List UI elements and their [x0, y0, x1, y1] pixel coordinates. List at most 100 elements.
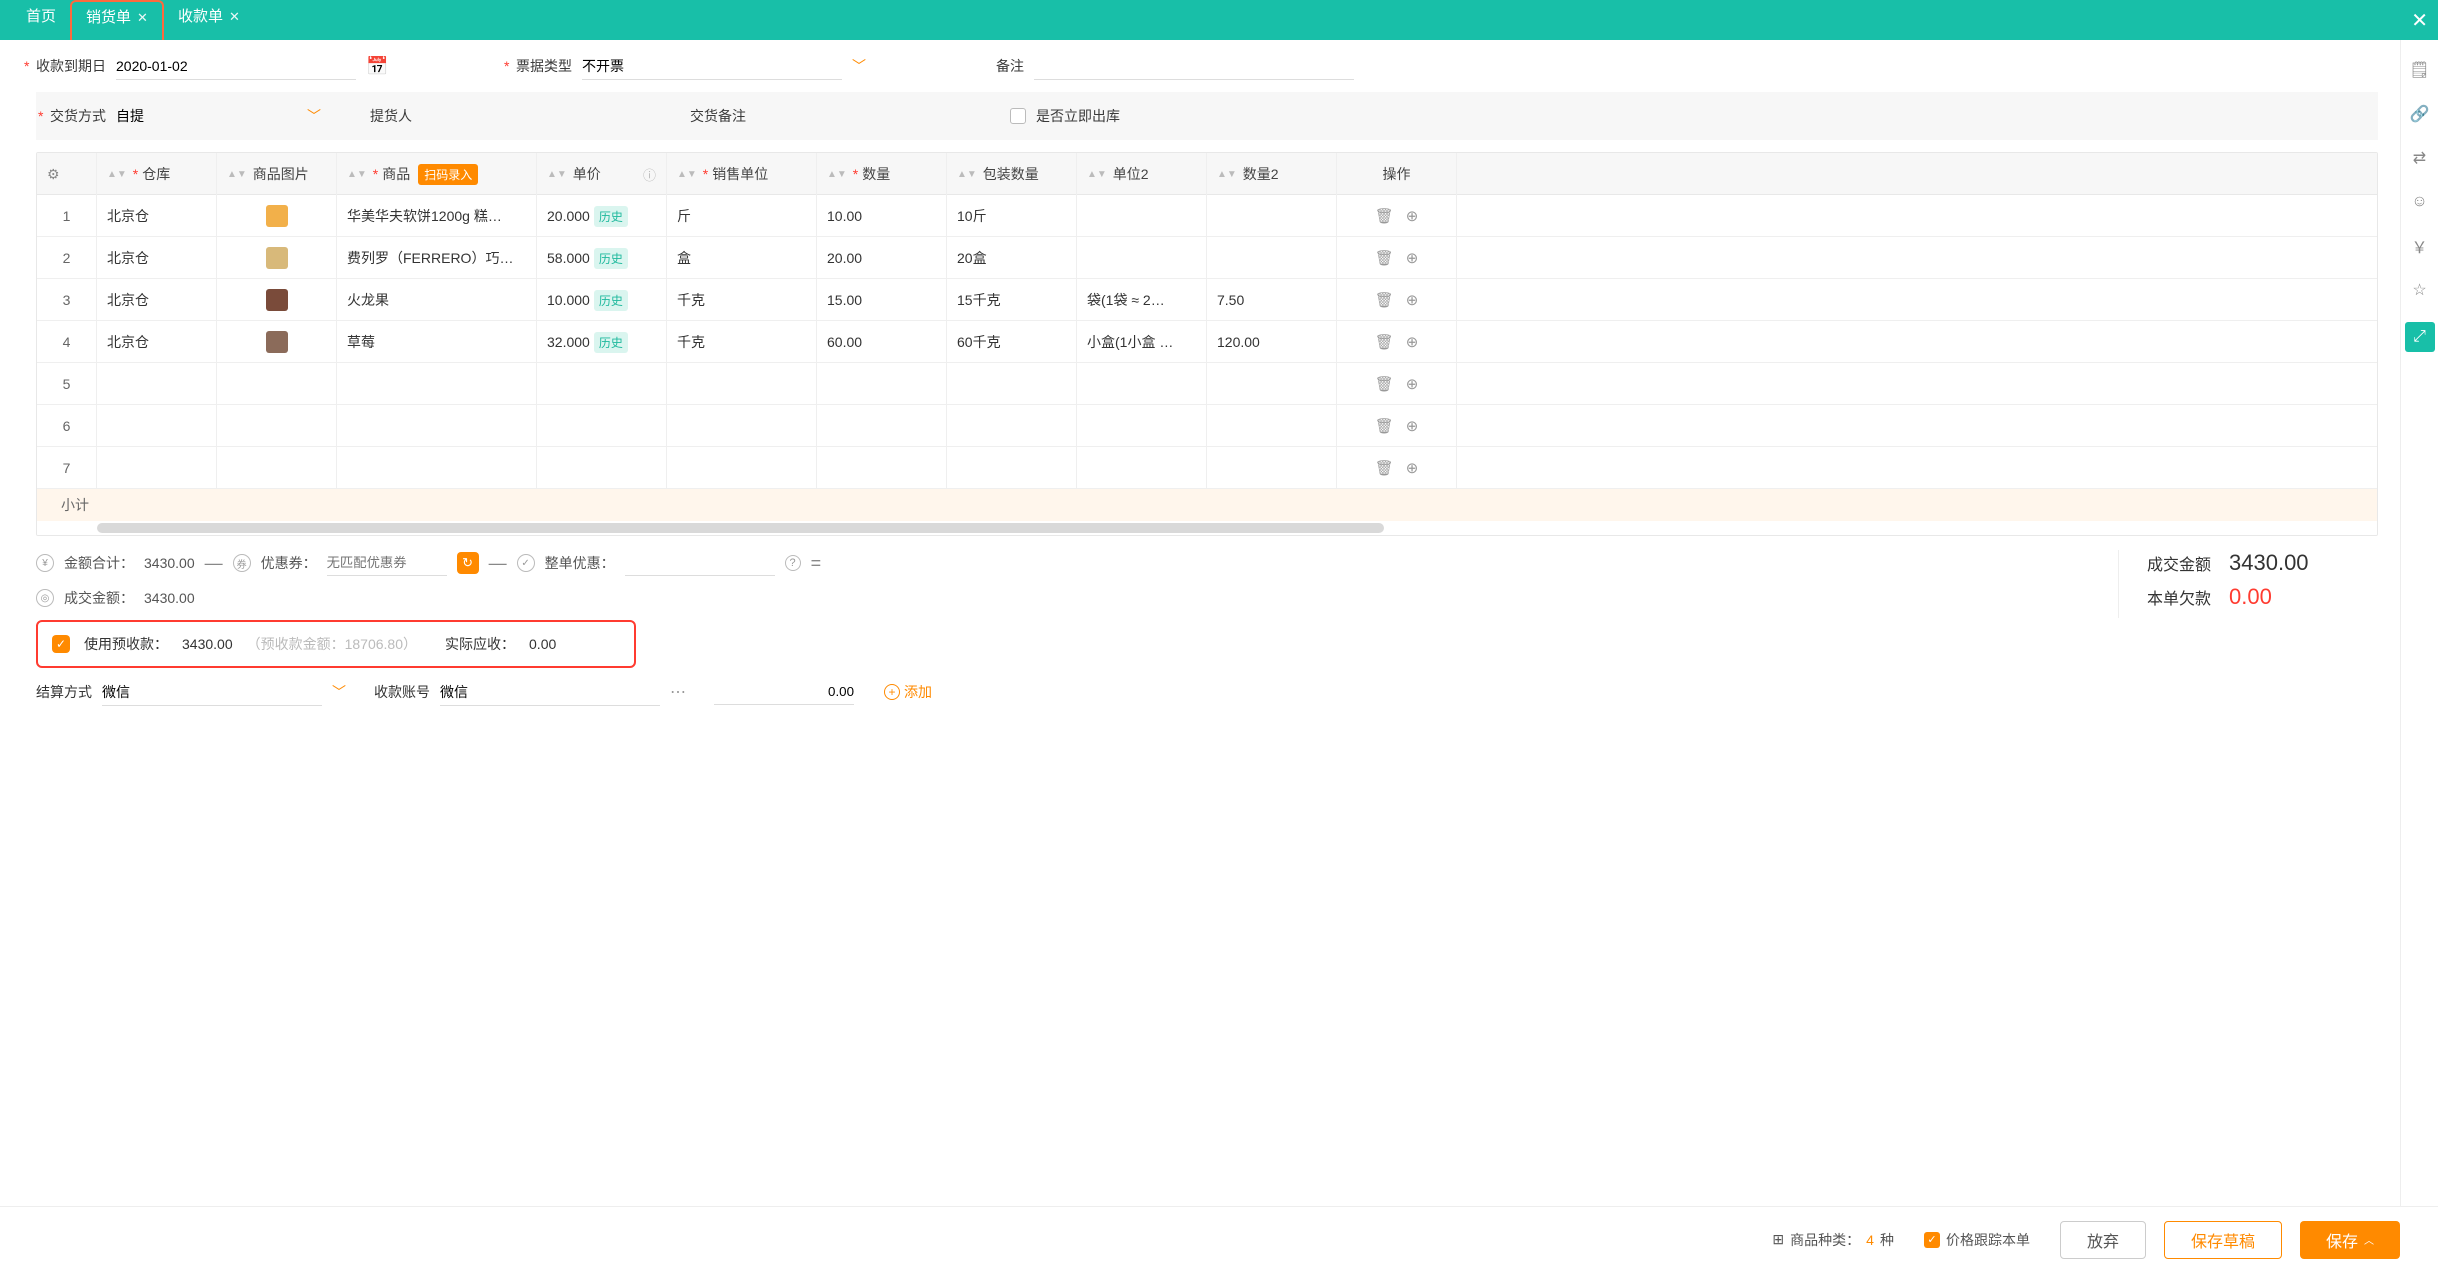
rail-swap-icon[interactable]: ⇄ [2408, 146, 2432, 170]
cell-qty2[interactable] [1207, 447, 1337, 489]
rail-link-icon[interactable]: 🔗 [2408, 102, 2432, 126]
cell-qty[interactable] [817, 447, 947, 489]
close-icon[interactable]: ✕ [137, 2, 148, 34]
close-panel-icon[interactable]: ✕ [2411, 8, 2428, 33]
add-row-icon[interactable]: ⊕ [1406, 417, 1419, 435]
history-badge[interactable]: 历史 [594, 248, 628, 269]
cell-pack[interactable]: 60千克 [947, 321, 1077, 363]
cell-pack[interactable]: 20盒 [947, 237, 1077, 279]
table-row[interactable]: 3北京仓火龙果10.000历史千克15.0015千克袋(1袋 ≈ 2…7.50🗑… [37, 279, 2377, 321]
cell-unit[interactable]: 千克 [667, 279, 817, 321]
delete-icon[interactable]: 🗑 [1375, 417, 1394, 435]
picker-input[interactable] [422, 102, 642, 130]
cell-unit2[interactable]: 袋(1袋 ≈ 2… [1077, 279, 1207, 321]
cell-product[interactable] [337, 447, 537, 489]
info-icon[interactable]: ? [785, 555, 801, 571]
cell-unit[interactable] [667, 447, 817, 489]
table-row[interactable]: 5🗑⊕ [37, 363, 2377, 405]
col-product[interactable]: ▲▼*商品扫码录入 [337, 153, 537, 195]
cell-warehouse[interactable]: 北京仓 [97, 321, 217, 363]
cell-qty2[interactable] [1207, 195, 1337, 237]
cell-price[interactable]: 58.000历史 [537, 237, 667, 279]
cell-pack[interactable]: 15千克 [947, 279, 1077, 321]
save-button[interactable]: 保存︿ [2300, 1221, 2400, 1259]
add-row-icon[interactable]: ⊕ [1406, 375, 1419, 393]
add-row-icon[interactable]: ⊕ [1406, 333, 1419, 351]
cell-image[interactable] [217, 447, 337, 489]
cell-product[interactable]: 草莓 [337, 321, 537, 363]
col-qty[interactable]: ▲▼*数量 [817, 153, 947, 195]
delivery-method-select[interactable] [116, 102, 297, 130]
delete-icon[interactable]: 🗑 [1375, 375, 1394, 393]
cell-product[interactable] [337, 363, 537, 405]
cell-warehouse[interactable] [97, 447, 217, 489]
cell-qty[interactable]: 15.00 [817, 279, 947, 321]
add-row-icon[interactable]: ⊕ [1406, 207, 1419, 225]
horizontal-scrollbar[interactable] [37, 521, 2377, 535]
col-gear[interactable]: ⚙ [37, 153, 97, 195]
cell-qty2[interactable]: 7.50 [1207, 279, 1337, 321]
table-row[interactable]: 2北京仓费列罗（FERRERO）巧…58.000历史盒20.0020盒🗑⊕ [37, 237, 2377, 279]
cell-pack[interactable] [947, 363, 1077, 405]
cell-unit2[interactable] [1077, 405, 1207, 447]
add-row-icon[interactable]: ⊕ [1406, 249, 1419, 267]
delete-icon[interactable]: 🗑 [1375, 333, 1394, 351]
calendar-icon[interactable]: 📅 [366, 56, 388, 77]
add-row-icon[interactable]: ⊕ [1406, 459, 1419, 477]
rail-star-icon[interactable]: ☆ [2408, 278, 2432, 302]
cell-warehouse[interactable] [97, 405, 217, 447]
delete-icon[interactable]: 🗑 [1375, 249, 1394, 267]
cell-product[interactable]: 火龙果 [337, 279, 537, 321]
cell-qty[interactable] [817, 405, 947, 447]
tab-home[interactable]: 首页 [12, 0, 70, 40]
cell-warehouse[interactable]: 北京仓 [97, 279, 217, 321]
cell-unit[interactable] [667, 363, 817, 405]
cell-price[interactable] [537, 405, 667, 447]
cell-warehouse[interactable] [97, 363, 217, 405]
tab-receipt[interactable]: 收款单 ✕ [164, 0, 254, 40]
immediate-out-checkbox[interactable] [1010, 108, 1026, 124]
cell-unit2[interactable] [1077, 195, 1207, 237]
table-row[interactable]: 6🗑⊕ [37, 405, 2377, 447]
col-warehouse[interactable]: ▲▼*仓库 [97, 153, 217, 195]
history-badge[interactable]: 历史 [594, 332, 628, 353]
cell-image[interactable] [217, 321, 337, 363]
rail-note-icon[interactable]: 🗒 [2408, 58, 2432, 82]
delivery-remark-input[interactable] [756, 102, 976, 130]
info-icon[interactable]: ⓘ [643, 165, 656, 184]
table-row[interactable]: 7🗑⊕ [37, 447, 2377, 489]
pay-due-input[interactable] [116, 52, 356, 80]
pay-amount-input[interactable] [714, 679, 854, 705]
cell-price[interactable]: 10.000历史 [537, 279, 667, 321]
cell-price[interactable] [537, 363, 667, 405]
pay-account-select[interactable] [440, 678, 660, 706]
cell-warehouse[interactable]: 北京仓 [97, 195, 217, 237]
col-pack-qty[interactable]: ▲▼包装数量 [947, 153, 1077, 195]
col-image[interactable]: ▲▼商品图片 [217, 153, 337, 195]
cell-qty2[interactable] [1207, 363, 1337, 405]
delete-icon[interactable]: 🗑 [1375, 459, 1394, 477]
cell-qty2[interactable] [1207, 405, 1337, 447]
close-icon[interactable]: ✕ [229, 1, 240, 33]
discard-button[interactable]: 放弃 [2060, 1221, 2146, 1259]
cell-price[interactable] [537, 447, 667, 489]
cell-product[interactable]: 华美华夫软饼1200g 糕… [337, 195, 537, 237]
chevron-down-icon[interactable]: ﹀ [852, 56, 866, 76]
cell-qty[interactable] [817, 363, 947, 405]
add-payment-link[interactable]: + 添加 [884, 682, 932, 702]
chevron-down-icon[interactable]: ﹀ [307, 106, 321, 126]
cell-qty[interactable]: 10.00 [817, 195, 947, 237]
doc-type-select[interactable] [582, 52, 842, 80]
history-badge[interactable]: 历史 [594, 290, 628, 311]
cell-qty[interactable]: 20.00 [817, 237, 947, 279]
settle-method-select[interactable] [102, 678, 322, 706]
col-price[interactable]: ▲▼单价ⓘ [537, 153, 667, 195]
refresh-icon[interactable]: ↻ [457, 552, 479, 574]
cell-price[interactable]: 32.000历史 [537, 321, 667, 363]
cell-qty[interactable]: 60.00 [817, 321, 947, 363]
delete-icon[interactable]: 🗑 [1375, 207, 1394, 225]
cell-price[interactable]: 20.000历史 [537, 195, 667, 237]
history-badge[interactable]: 历史 [594, 206, 628, 227]
remark-input[interactable] [1034, 52, 1354, 80]
cell-image[interactable] [217, 279, 337, 321]
